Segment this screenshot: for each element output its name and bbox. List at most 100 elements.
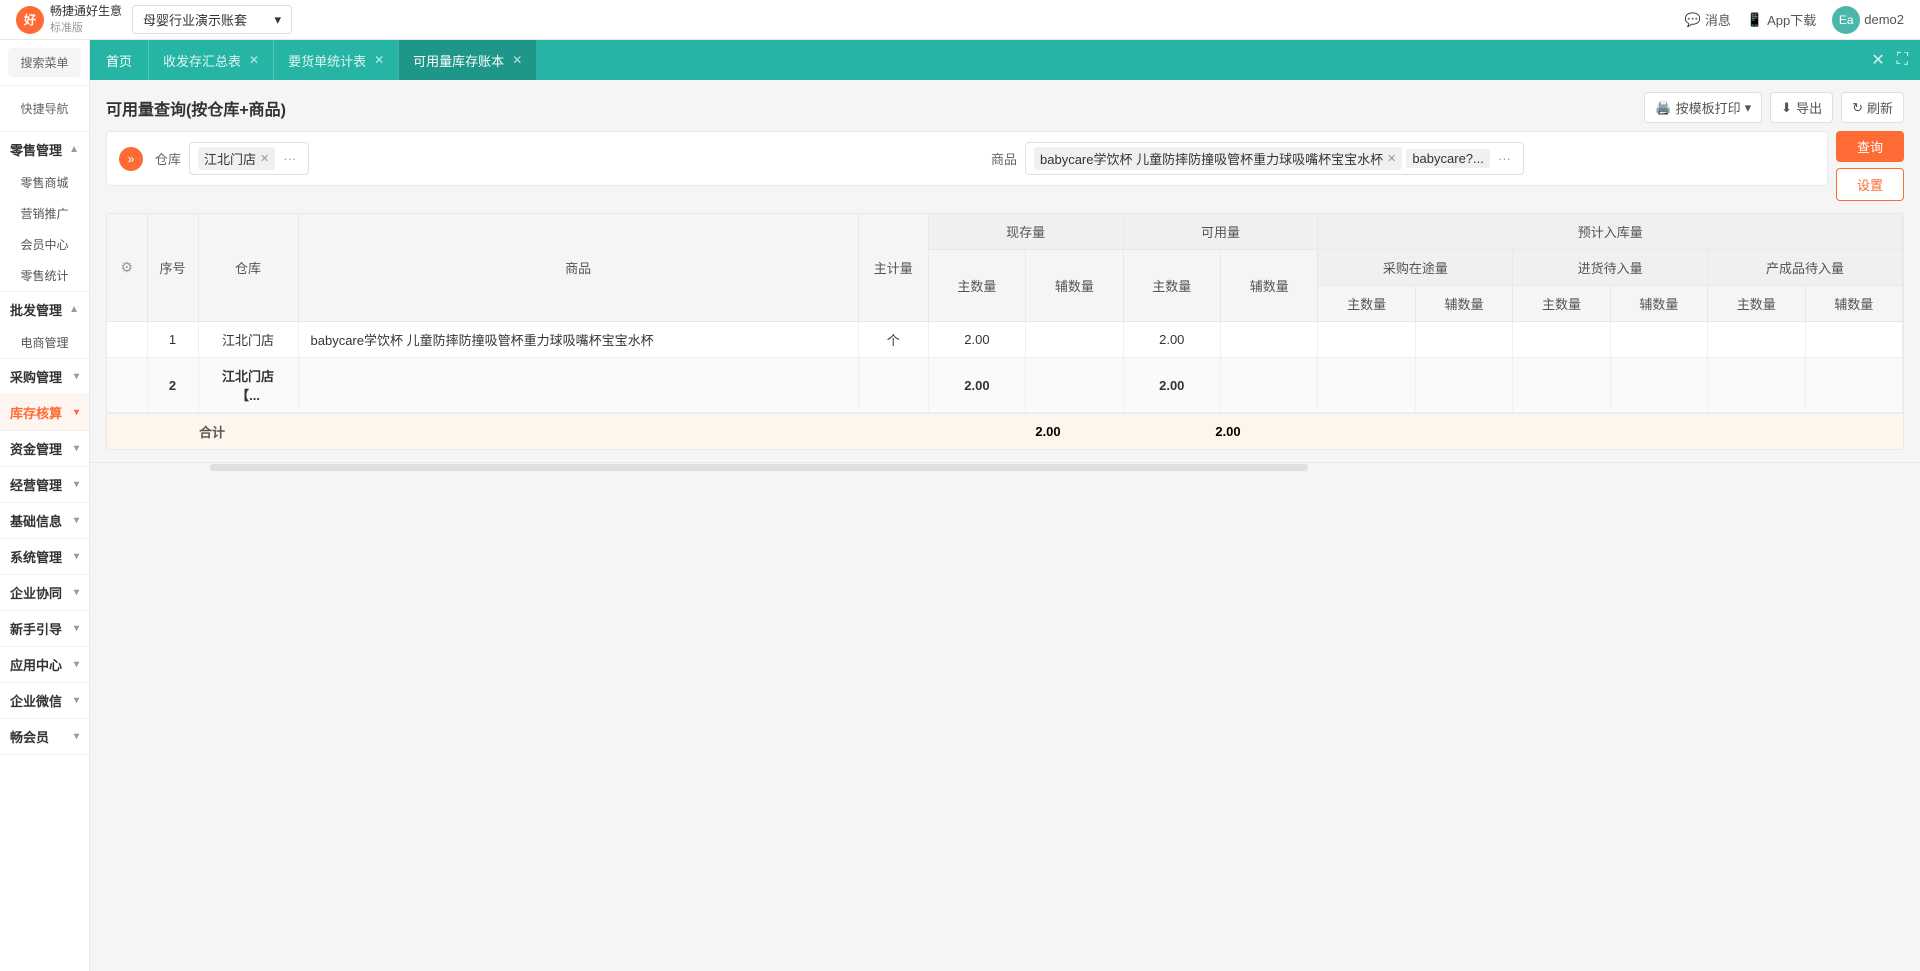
sidebar-section-header-appcenter[interactable]: 应用中心 ▾	[0, 647, 89, 682]
export-btn[interactable]: ⬇ 导出	[1770, 92, 1833, 123]
warehouse-tag: 江北门店 ✕	[198, 147, 275, 170]
cell-avail-aux-2	[1220, 358, 1317, 413]
sidebar-section-header-finance[interactable]: 资金管理 ▾	[0, 431, 89, 466]
tab-label-available-inventory: 可用量库存账本	[413, 51, 504, 70]
goods-tag-2-text: babycare?...	[1412, 151, 1484, 166]
sidebar-section-header-system[interactable]: 系统管理 ▾	[0, 539, 89, 574]
sidebar-item-member[interactable]: 会员中心	[0, 229, 89, 260]
warehouse-more-btn[interactable]: ···	[279, 151, 300, 166]
sidebar-section-header-wechat[interactable]: 企业微信 ▾	[0, 683, 89, 718]
top-bar: 好 畅捷通好生意 标准版 母婴行业演示账套 ▾ 💬 消息 📱 App下载 Ea …	[0, 0, 1920, 40]
tab-home[interactable]: 首页	[90, 40, 148, 80]
settings-btn[interactable]: 设置	[1836, 168, 1904, 201]
warehouse-tag-close[interactable]: ✕	[260, 152, 269, 165]
chevron-down-icon-finance: ▾	[74, 443, 79, 454]
tab-close-receive-summary[interactable]: ✕	[249, 53, 259, 67]
page-title: 可用量查询(按仓库+商品)	[106, 96, 286, 120]
goods-input[interactable]: babycare学饮杯 儿童防摔防撞吸管杯重力球吸嘴杯宝宝水杯 ✕ babyca…	[1025, 142, 1524, 175]
sidebar-section-header-wholesale[interactable]: 批发管理 ▲	[0, 292, 89, 327]
sidebar-section-header-purchase[interactable]: 采购管理 ▾	[0, 359, 89, 394]
th-incoming-pending: 进货待入量	[1513, 250, 1708, 286]
refresh-icon: ↻	[1852, 100, 1863, 116]
print-btn[interactable]: 🖨️ 按模板打印 ▾	[1644, 92, 1762, 123]
bottom-scrollbar[interactable]	[90, 462, 1920, 470]
avatar: Ea	[1832, 6, 1860, 34]
th-row-no: 序号	[147, 214, 198, 322]
cell-settings-1	[107, 322, 147, 358]
th-avail-aux: 辅数量	[1220, 250, 1317, 322]
sidebar-item-retail-stats[interactable]: 零售统计	[0, 260, 89, 291]
chevron-down-icon-system: ▾	[74, 551, 79, 562]
sidebar-section-label-collab: 企业协同	[10, 583, 62, 602]
logo-text: 畅捷通好生意	[50, 4, 122, 20]
sidebar-section-label-guide: 新手引导	[10, 619, 62, 638]
sidebar-item-ecommerce[interactable]: 电商管理	[0, 327, 89, 358]
th-settings[interactable]: ⚙	[107, 214, 147, 322]
chevron-down-icon-inventory: ▾	[74, 407, 79, 418]
sidebar-section-header-inventory[interactable]: 库存核算 ▾	[0, 395, 89, 430]
chevron-down-icon-guide: ▾	[74, 623, 79, 634]
chevron-up-icon: ▲	[69, 144, 79, 155]
logo-icon: 好	[16, 6, 44, 34]
top-bar-right: 💬 消息 📱 App下载 Ea demo2	[1685, 6, 1904, 34]
sidebar-section-header-collab[interactable]: 企业协同 ▾	[0, 575, 89, 610]
sidebar-section-header-retail[interactable]: 零售管理 ▲	[0, 132, 89, 167]
sidebar-section-guide: 新手引导 ▾	[0, 611, 89, 647]
sidebar-search-area: 搜索菜单	[0, 40, 89, 86]
message-btn[interactable]: 💬 消息	[1685, 10, 1731, 29]
sidebar-section-finance: 资金管理 ▾	[0, 431, 89, 467]
sidebar-section-header-basic[interactable]: 基础信息 ▾	[0, 503, 89, 538]
warehouse-input[interactable]: 江北门店 ✕ ···	[189, 142, 309, 175]
sidebar-section-label-purchase: 采购管理	[10, 367, 62, 386]
print-label: 按模板打印	[1676, 98, 1741, 117]
filter-area: » 仓库 江北门店 ✕ ··· 商品	[106, 131, 1828, 186]
table-scroll[interactable]: ⚙ 序号 仓库 商品 主计量 现存量 可用量 预计入库量	[107, 214, 1903, 413]
query-btn[interactable]: 查询	[1836, 131, 1904, 162]
tab-label-order-stats: 要货单统计表	[288, 51, 366, 70]
goods-more-btn[interactable]: ···	[1494, 151, 1515, 166]
sidebar-item-retail-mall[interactable]: 零售商城	[0, 167, 89, 198]
tab-available-inventory[interactable]: 可用量库存账本 ✕	[398, 40, 536, 80]
chevron-down-icon-collab: ▾	[74, 587, 79, 598]
sidebar-item-marketing[interactable]: 营销推广	[0, 198, 89, 229]
cell-warehouse-2: 江北门店【...	[198, 358, 298, 413]
th-stock-main: 主数量	[928, 250, 1025, 322]
cell-production-aux-1	[1805, 322, 1902, 358]
filter-expand-btn[interactable]: »	[119, 147, 143, 171]
th-available: 可用量	[1123, 214, 1318, 250]
top-bar-left: 好 畅捷通好生意 标准版 母婴行业演示账套 ▾	[16, 4, 292, 36]
user-menu[interactable]: Ea demo2	[1832, 6, 1904, 34]
tab-receive-summary[interactable]: 收发存汇总表 ✕	[148, 40, 273, 80]
chevron-down-icon-print: ▾	[1745, 100, 1752, 116]
app-download-btn[interactable]: 📱 App下载	[1747, 10, 1816, 29]
chevron-down-icon-basic: ▾	[74, 515, 79, 526]
message-label: 消息	[1705, 10, 1731, 29]
username: demo2	[1864, 12, 1904, 27]
sidebar-section-header-guide[interactable]: 新手引导 ▾	[0, 611, 89, 646]
th-current-stock: 现存量	[928, 214, 1123, 250]
sidebar-section-header-members[interactable]: 畅会员 ▾	[0, 719, 89, 754]
th-main-unit: 主计量	[858, 214, 928, 322]
cell-incoming-aux-1	[1610, 322, 1707, 358]
maximize-btn[interactable]: ⛶	[1893, 47, 1912, 73]
refresh-btn[interactable]: ↻ 刷新	[1841, 92, 1904, 123]
sidebar-section-label-finance: 资金管理	[10, 439, 62, 458]
tab-order-stats[interactable]: 要货单统计表 ✕	[273, 40, 398, 80]
filter-group-goods: 商品 babycare学饮杯 儿童防摔防撞吸管杯重力球吸嘴杯宝宝水杯 ✕ bab…	[991, 142, 1815, 175]
goods-tag-1-close[interactable]: ✕	[1387, 152, 1396, 165]
sidebar-section-header-operation[interactable]: 经营管理 ▾	[0, 467, 89, 502]
cell-warehouse-1: 江北门店	[198, 322, 298, 358]
close-all-tabs-btn[interactable]: ✕	[1867, 46, 1888, 74]
goods-label: 商品	[991, 149, 1017, 168]
settings-icon[interactable]: ⚙	[120, 259, 133, 275]
filter-group-warehouse: 仓库 江北门店 ✕ ···	[155, 142, 979, 175]
search-menu-button[interactable]: 搜索菜单	[8, 48, 81, 77]
industry-selector[interactable]: 母婴行业演示账套 ▾	[132, 5, 292, 34]
warehouse-tag-text: 江北门店	[204, 149, 256, 168]
tab-close-available-inventory[interactable]: ✕	[512, 53, 522, 67]
cell-stock-main-1: 2.00	[928, 322, 1025, 358]
tab-close-order-stats[interactable]: ✕	[374, 53, 384, 67]
chevron-down-icon-appcenter: ▾	[74, 659, 79, 670]
sidebar-item-quick-nav[interactable]: 快捷导航	[0, 94, 89, 123]
cell-unit-2	[858, 358, 928, 413]
